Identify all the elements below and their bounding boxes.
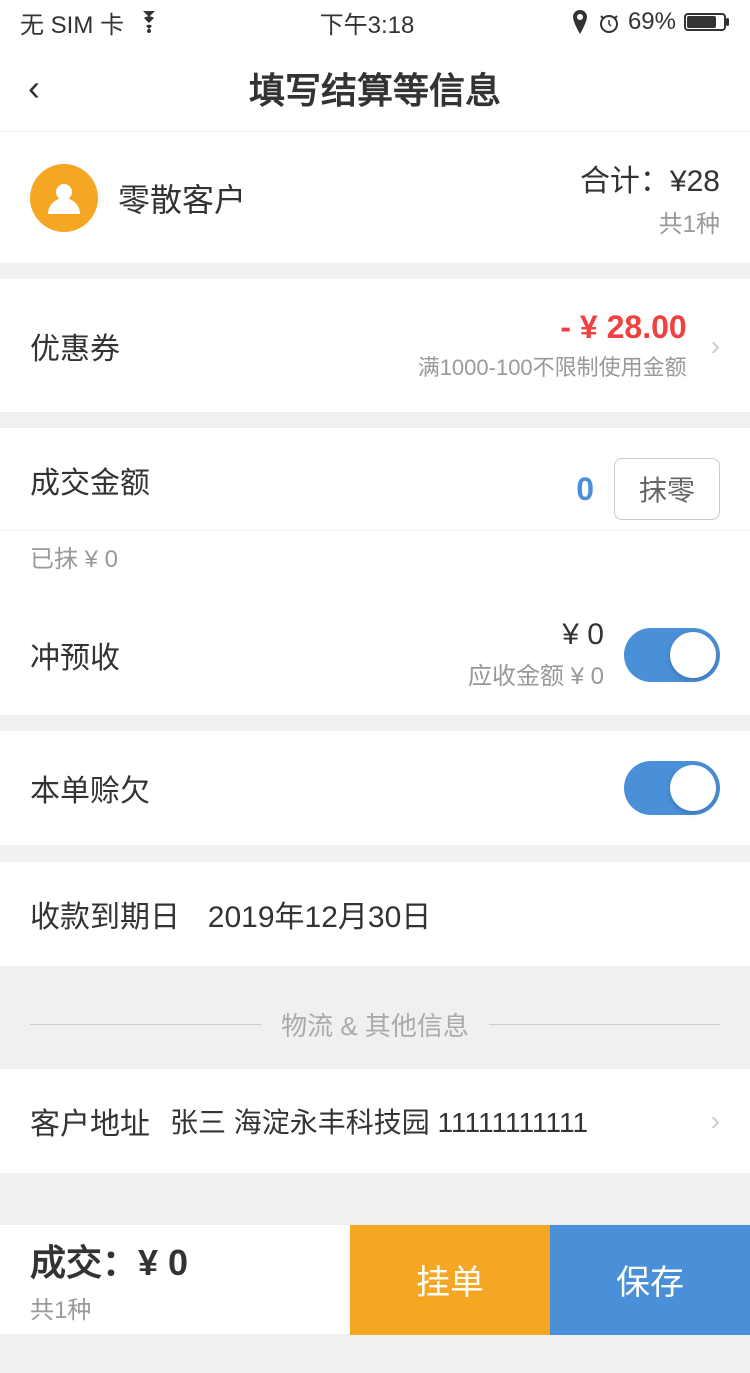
logistics-divider: 物流 & 其他信息 [0, 982, 750, 1067]
coupon-amount: - ¥ 28.00 [418, 309, 687, 346]
debt-toggle[interactable] [624, 761, 720, 815]
user-icon [42, 176, 86, 220]
debt-label: 本单赊欠 [30, 766, 150, 810]
prepay-main-amount: ¥ 0 [468, 618, 604, 652]
coupon-right: - ¥ 28.00 满1000-100不限制使用金额 › [150, 309, 720, 382]
hangup-button[interactable]: 挂单 [350, 1225, 550, 1335]
bottom-count: 共1种 [30, 1290, 320, 1325]
coupon-section[interactable]: 优惠券 - ¥ 28.00 满1000-100不限制使用金额 › [0, 279, 750, 412]
customer-section: 零散客户 合计：¥28 共1种 [0, 132, 750, 263]
customer-right: 合计：¥28 共1种 [580, 156, 720, 239]
chevron-right-icon: › [711, 330, 720, 362]
round-off-button[interactable]: 抹零 [614, 458, 720, 520]
save-button[interactable]: 保存 [550, 1225, 750, 1335]
toggle-knob [670, 632, 716, 678]
back-button[interactable]: ‹ [28, 67, 40, 109]
divider-line-left [30, 1024, 261, 1025]
bottom-deal-amount: ¥ 0 [138, 1242, 188, 1283]
coupon-label: 优惠券 [30, 324, 150, 368]
prepay-amounts: ¥ 0 应收金额 ¥ 0 [468, 618, 604, 691]
battery-label: 69% [628, 8, 676, 36]
address-chevron-icon: › [711, 1105, 720, 1137]
customer-name: 零散客户 [118, 175, 246, 221]
location-icon [570, 10, 590, 34]
coupon-row[interactable]: 优惠券 - ¥ 28.00 满1000-100不限制使用金额 › [0, 279, 750, 412]
debt-toggle-knob [670, 765, 716, 811]
address-section[interactable]: 客户地址 张三 海淀永丰科技园 11111111111 › [0, 1069, 750, 1173]
bottom-deal-row: 成交：¥ 0 [30, 1234, 320, 1286]
status-time: 下午3:18 [320, 5, 415, 40]
status-bar: 无 SIM 卡 下午3:18 69% [0, 0, 750, 44]
address-value: 张三 海淀永丰科技园 11111111111 [170, 1101, 683, 1141]
bottom-deal-label: 成交： [30, 1242, 138, 1283]
total-count: 共1种 [580, 204, 720, 239]
due-date-section: 收款到期日 2019年12月30日 [0, 861, 750, 966]
prepay-row: 冲预收 ¥ 0 应收金额 ¥ 0 [0, 594, 750, 715]
logistics-label: 物流 & 其他信息 [281, 1006, 469, 1043]
wifi-icon [134, 11, 164, 33]
due-date-value: 2019年12月30日 [208, 901, 431, 934]
divider-line-right [489, 1024, 720, 1025]
no-sim-label: 无 SIM 卡 [20, 5, 124, 40]
page-title: 填写结算等信息 [249, 62, 501, 114]
avatar [30, 164, 98, 232]
deal-amount-label: 成交金额 [30, 458, 150, 502]
bottom-bar: 成交：¥ 0 共1种 挂单 保存 [0, 1224, 750, 1334]
total-amount: 合计：¥28 [580, 156, 720, 200]
customer-left: 零散客户 [30, 164, 246, 232]
nav-bar: ‹ 填写结算等信息 [0, 44, 750, 132]
logistics-section: 物流 & 其他信息 [0, 982, 750, 1067]
status-left: 无 SIM 卡 [20, 5, 164, 40]
prepay-label: 冲预收 [30, 633, 150, 677]
deal-amount-right: 0 抹零 [576, 458, 720, 520]
debt-section: 本单赊欠 [0, 731, 750, 845]
prepay-sub-amount: 应收金额 ¥ 0 [468, 656, 604, 691]
bottom-summary: 成交：¥ 0 共1种 [0, 1234, 350, 1325]
already-rounded: 已抹 ¥ 0 [0, 531, 750, 594]
due-date-label: 收款到期日 [30, 901, 180, 934]
deal-section: 成交金额 0 抹零 已抹 ¥ 0 冲预收 ¥ 0 应收金额 ¥ 0 [0, 428, 750, 715]
status-right: 69% [570, 8, 730, 36]
deal-amount-row: 成交金额 0 抹零 [0, 428, 750, 531]
prepay-right: ¥ 0 应收金额 ¥ 0 [468, 618, 720, 691]
coupon-desc: 满1000-100不限制使用金额 [418, 350, 687, 382]
alarm-icon [598, 11, 620, 33]
address-label: 客户地址 [30, 1099, 150, 1143]
deal-amount-value: 0 [576, 471, 594, 508]
battery-icon [684, 11, 730, 33]
prepay-toggle[interactable] [624, 628, 720, 682]
